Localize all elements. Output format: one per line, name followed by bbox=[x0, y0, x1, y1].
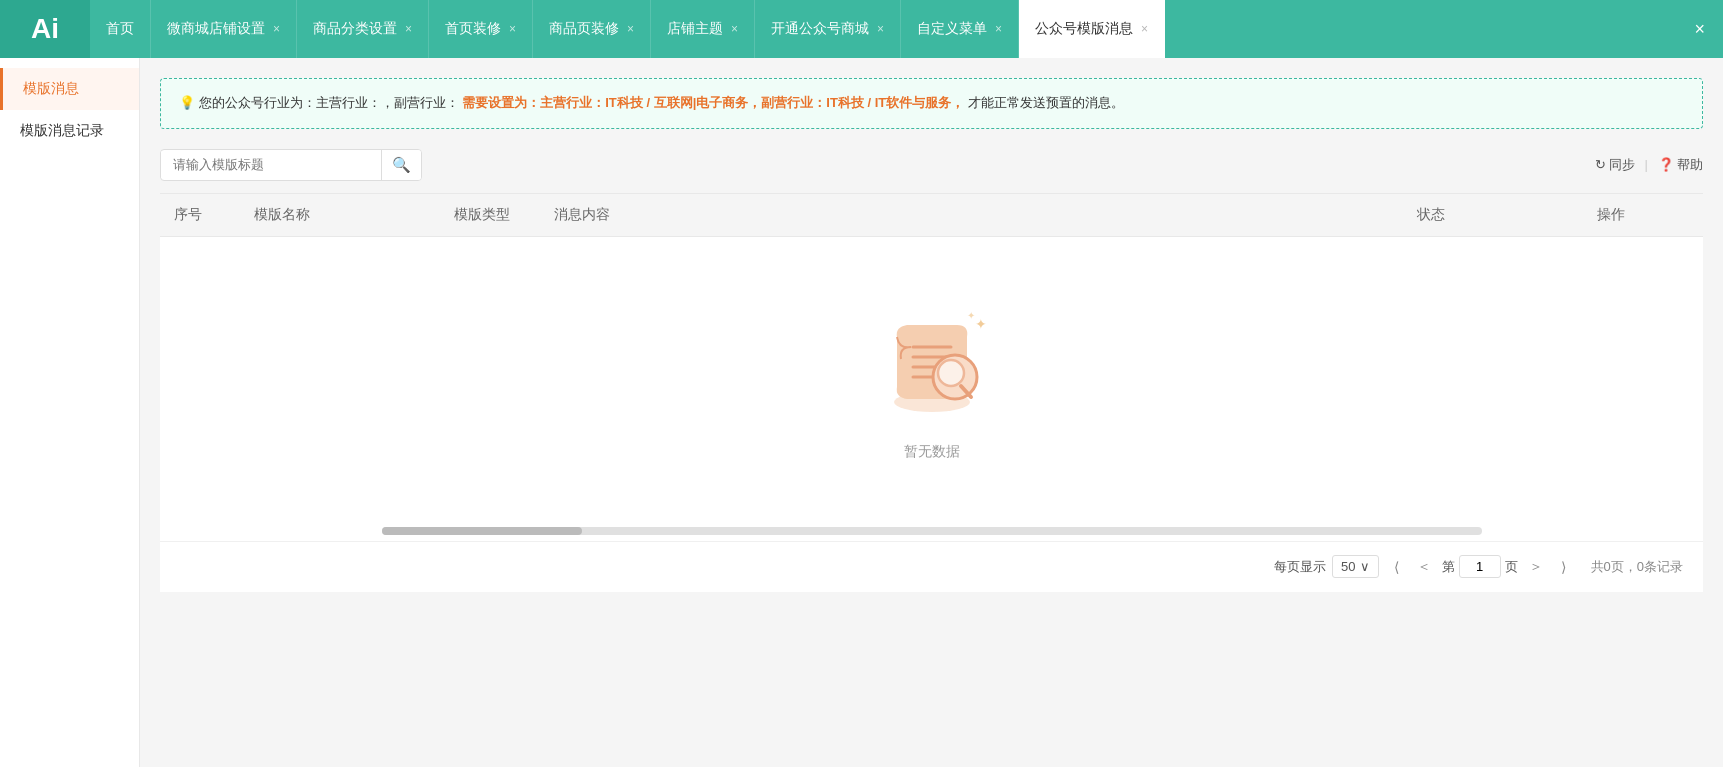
nav-tab-home[interactable]: 首页 bbox=[90, 0, 151, 58]
last-page-button[interactable]: ⟩ bbox=[1554, 555, 1573, 579]
nav-tab-category-settings[interactable]: 商品分类设置 × bbox=[297, 0, 429, 58]
top-nav: Ai 首页微商城店铺设置×商品分类设置×首页装修×商品页装修×店铺主题×开通公众… bbox=[0, 0, 1723, 58]
empty-icon: ✦ ✦ bbox=[867, 297, 997, 427]
scroll-track[interactable] bbox=[382, 527, 1482, 535]
sync-button[interactable]: ↻ 同步 bbox=[1595, 156, 1635, 174]
nav-tab-home-decor[interactable]: 首页装修 × bbox=[429, 0, 533, 58]
close-tab-icon[interactable]: × bbox=[995, 22, 1002, 36]
scroll-bar-container bbox=[160, 521, 1703, 541]
col-header-action: 操作 bbox=[1583, 193, 1703, 236]
col-header-status: 状态 bbox=[1403, 193, 1583, 236]
svg-text:✦: ✦ bbox=[967, 310, 975, 321]
col-header-name: 模版名称 bbox=[240, 193, 440, 236]
svg-point-6 bbox=[938, 360, 964, 386]
help-button[interactable]: ❓ 帮助 bbox=[1658, 156, 1703, 174]
notice-highlight: 需要设置为：主营行业：IT科技 / 互联网|电子商务，副营行业：IT科技 / I… bbox=[462, 95, 964, 110]
page-label-after: 页 bbox=[1505, 558, 1518, 576]
nav-tab-label: 微商城店铺设置 bbox=[167, 20, 265, 38]
next-page-button[interactable]: ＞ bbox=[1522, 554, 1550, 580]
nav-tab-product-decor[interactable]: 商品页装修 × bbox=[533, 0, 651, 58]
nav-tab-label: 开通公众号商城 bbox=[771, 20, 869, 38]
first-page-button[interactable]: ⟨ bbox=[1387, 555, 1406, 579]
search-input[interactable] bbox=[161, 151, 381, 178]
nav-tab-label: 自定义菜单 bbox=[917, 20, 987, 38]
empty-text: 暂无数据 bbox=[904, 443, 960, 461]
nav-tab-label: 商品页装修 bbox=[549, 20, 619, 38]
sidebar-item-template-msg-log[interactable]: 模版消息记录 bbox=[0, 110, 139, 152]
nav-tab-label: 店铺主题 bbox=[667, 20, 723, 38]
notice-box: 💡 您的公众号行业为：主营行业：，副营行业： 需要设置为：主营行业：IT科技 /… bbox=[160, 78, 1703, 129]
toolbar: 🔍 ↻ 同步 | ❓ 帮助 bbox=[160, 149, 1703, 181]
col-header-type: 模版类型 bbox=[440, 193, 540, 236]
close-all-tabs-button[interactable]: × bbox=[1676, 0, 1723, 58]
toolbar-divider: | bbox=[1645, 157, 1648, 172]
search-box: 🔍 bbox=[160, 149, 422, 181]
main-layout: 模版消息模版消息记录 💡 您的公众号行业为：主营行业：，副营行业： 需要设置为：… bbox=[0, 58, 1723, 767]
help-icon: ❓ bbox=[1658, 157, 1674, 172]
page-summary: 共0页，0条记录 bbox=[1591, 558, 1683, 576]
scroll-thumb[interactable] bbox=[382, 527, 582, 535]
svg-text:✦: ✦ bbox=[975, 316, 987, 332]
per-page-select[interactable]: 50 ∨ bbox=[1332, 555, 1378, 578]
nav-tab-label: 商品分类设置 bbox=[313, 20, 397, 38]
prev-page-button[interactable]: ＜ bbox=[1410, 554, 1438, 580]
sidebar-item-template-msg[interactable]: 模版消息 bbox=[0, 68, 139, 110]
page-label-before: 第 bbox=[1442, 558, 1455, 576]
app-logo: Ai bbox=[0, 0, 90, 58]
close-tab-icon[interactable]: × bbox=[405, 22, 412, 36]
close-tab-icon[interactable]: × bbox=[731, 22, 738, 36]
nav-tab-template-msg[interactable]: 公众号模版消息 × bbox=[1019, 0, 1165, 58]
search-button[interactable]: 🔍 bbox=[381, 150, 421, 180]
notice-text-after: 才能正常发送预置的消息。 bbox=[968, 95, 1124, 110]
close-tab-icon[interactable]: × bbox=[273, 22, 280, 36]
close-tab-icon[interactable]: × bbox=[877, 22, 884, 36]
close-tab-icon[interactable]: × bbox=[1141, 22, 1148, 36]
col-header-seq: 序号 bbox=[160, 193, 240, 236]
page-size-select: 每页显示 50 ∨ bbox=[1274, 555, 1378, 578]
nav-tab-label: 公众号模版消息 bbox=[1035, 20, 1133, 38]
close-tab-icon[interactable]: × bbox=[509, 22, 516, 36]
chevron-down-icon: ∨ bbox=[1360, 559, 1370, 574]
pagination: 每页显示 50 ∨ ⟨ ＜ 第 页 ＞ ⟩ 共0页，0条记录 bbox=[160, 541, 1703, 592]
nav-tab-label: 首页 bbox=[106, 20, 134, 38]
nav-tab-custom-menu[interactable]: 自定义菜单 × bbox=[901, 0, 1019, 58]
content-area: 💡 您的公众号行业为：主营行业：，副营行业： 需要设置为：主营行业：IT科技 /… bbox=[140, 58, 1723, 767]
sidebar: 模版消息模版消息记录 bbox=[0, 58, 140, 767]
close-tab-icon[interactable]: × bbox=[627, 22, 634, 36]
nav-tab-open-mall[interactable]: 开通公众号商城 × bbox=[755, 0, 901, 58]
nav-tab-shop-settings[interactable]: 微商城店铺设置 × bbox=[151, 0, 297, 58]
page-number-input[interactable] bbox=[1459, 555, 1501, 578]
nav-tab-label: 首页装修 bbox=[445, 20, 501, 38]
toolbar-right: ↻ 同步 | ❓ 帮助 bbox=[1595, 156, 1703, 174]
empty-state: ✦ ✦ 暂无数据 bbox=[160, 237, 1703, 521]
data-table: 序号 模版名称 模版类型 消息内容 状态 操作 bbox=[160, 193, 1703, 521]
table-body: ✦ ✦ 暂无数据 bbox=[160, 236, 1703, 521]
sync-icon: ↻ bbox=[1595, 157, 1606, 172]
nav-tab-shop-theme[interactable]: 店铺主题 × bbox=[651, 0, 755, 58]
per-page-label: 每页显示 bbox=[1274, 558, 1326, 576]
page-nav: ⟨ ＜ 第 页 ＞ ⟩ bbox=[1387, 554, 1573, 580]
notice-text-before: 您的公众号行业为：主营行业：，副营行业： bbox=[199, 95, 459, 110]
col-header-content: 消息内容 bbox=[540, 193, 1403, 236]
notice-icon: 💡 bbox=[179, 95, 195, 110]
nav-tabs: 首页微商城店铺设置×商品分类设置×首页装修×商品页装修×店铺主题×开通公众号商城… bbox=[90, 0, 1676, 58]
